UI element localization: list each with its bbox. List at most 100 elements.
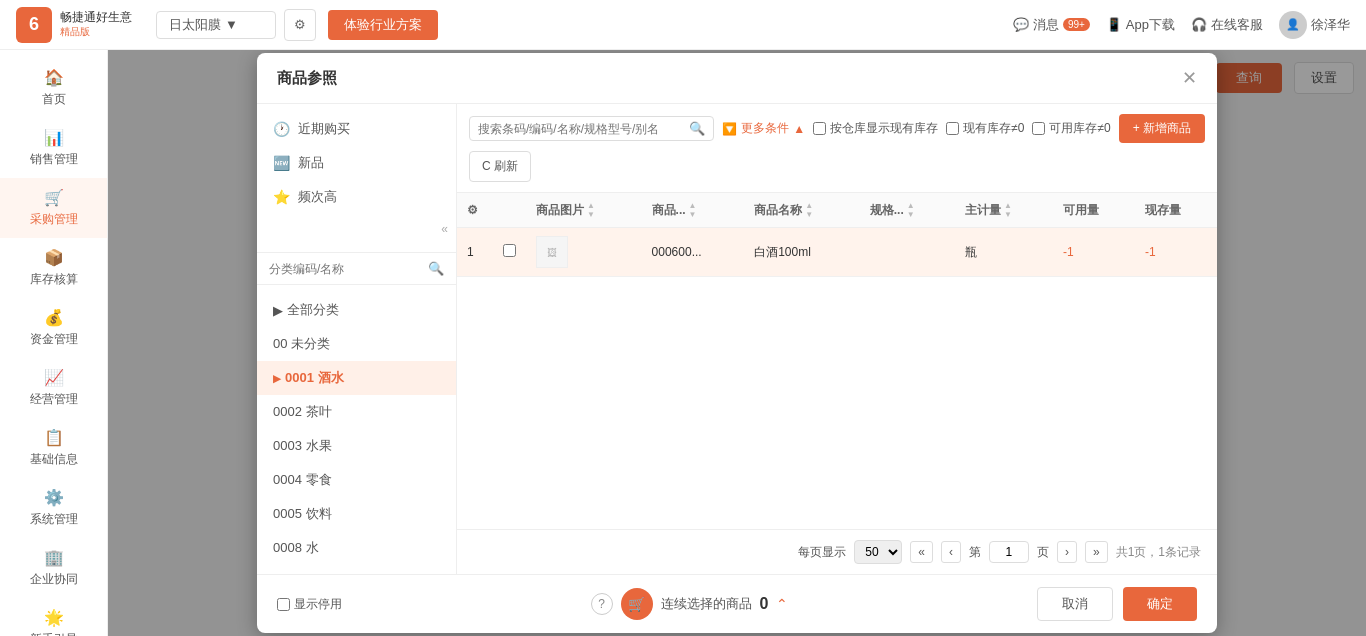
- category-list: ▶ 全部分类 00 未分类 ▶ 0001 酒水 0002 茶: [257, 285, 456, 574]
- sidebar-item-finance[interactable]: 💰 资金管理: [0, 298, 107, 358]
- cart-collapse-icon[interactable]: ⌃: [776, 596, 788, 612]
- th-code-label: 商品...: [652, 202, 686, 219]
- table-row[interactable]: 1 🖼: [457, 228, 1217, 277]
- th-unit[interactable]: 主计量 ▲▼: [955, 193, 1053, 228]
- last-page-btn[interactable]: »: [1085, 541, 1108, 563]
- show-disabled-checkbox-label[interactable]: 显示停用: [277, 596, 342, 613]
- row-num: 1: [457, 228, 493, 277]
- category-0003[interactable]: 0003 水果: [257, 429, 456, 463]
- nonzero-stock-checkbox-label[interactable]: 现有库存≠0: [946, 120, 1024, 137]
- category-0010[interactable]: 0010 家电: [257, 565, 456, 574]
- sidebar-item-label: 采购管理: [30, 211, 78, 228]
- sidebar-item-basics[interactable]: 📋 基础信息: [0, 418, 107, 478]
- category-0002[interactable]: 0002 茶叶: [257, 395, 456, 429]
- customer-service-btn[interactable]: 🎧 在线客服: [1191, 16, 1263, 34]
- category-00[interactable]: 00 未分类: [257, 327, 456, 361]
- show-disabled-checkbox[interactable]: [277, 598, 290, 611]
- available-stock-checkbox[interactable]: [1032, 122, 1045, 135]
- per-page-select[interactable]: 50: [854, 540, 902, 564]
- avatar: 👤: [1279, 11, 1307, 39]
- logo-sub: 精品版: [60, 25, 132, 39]
- product-search-input[interactable]: [478, 122, 683, 136]
- nonzero-stock-checkbox[interactable]: [946, 122, 959, 135]
- sort-arrows: ▲▼: [1004, 201, 1012, 219]
- add-product-button[interactable]: + 新增商品: [1119, 114, 1205, 143]
- cart-icon[interactable]: 🛒: [621, 588, 653, 620]
- sidebar-item-guide[interactable]: 🌟 新手引导: [0, 598, 107, 636]
- category-0004[interactable]: 0004 零食: [257, 463, 456, 497]
- filter-toggle-icon: ▲: [793, 122, 805, 136]
- category-0001[interactable]: ▶ 0001 酒水: [257, 361, 456, 395]
- th-name[interactable]: 商品名称 ▲▼: [744, 193, 860, 228]
- cancel-button[interactable]: 取消: [1037, 587, 1113, 621]
- experience-btn[interactable]: 体验行业方案: [328, 10, 438, 40]
- filter-label: 更多条件: [741, 120, 789, 137]
- th-check: [493, 193, 526, 228]
- category-label: 0002 茶叶: [273, 403, 332, 421]
- table-header: ⚙ 商品图片 ▲▼: [457, 193, 1217, 228]
- th-settings[interactable]: ⚙: [457, 193, 493, 228]
- app-download-label: App下载: [1126, 16, 1175, 34]
- category-search-icon[interactable]: 🔍: [428, 261, 444, 276]
- left-panel-collapse-btn[interactable]: «: [425, 214, 456, 244]
- next-page-btn[interactable]: ›: [1057, 541, 1077, 563]
- th-name-label: 商品名称: [754, 202, 802, 219]
- category-search-input[interactable]: [269, 262, 422, 276]
- tab-new[interactable]: 🆕 新品: [257, 146, 456, 180]
- sidebar-item-sales[interactable]: 📊 销售管理: [0, 118, 107, 178]
- row-check[interactable]: [493, 228, 526, 277]
- tab-frequent[interactable]: ⭐ 频次高: [257, 180, 456, 214]
- page-number-input[interactable]: [989, 541, 1029, 563]
- row-unit-value: 瓶: [965, 245, 977, 259]
- user-profile[interactable]: 👤 徐泽华: [1279, 11, 1350, 39]
- sort-arrows: ▲▼: [689, 201, 697, 219]
- th-spec-label: 规格...: [870, 202, 904, 219]
- tab-recent[interactable]: 🕐 近期购买: [257, 112, 456, 146]
- row-available-value: -1: [1063, 245, 1074, 259]
- app-download-icon: 📱: [1106, 17, 1122, 32]
- th-code[interactable]: 商品... ▲▼: [642, 193, 745, 228]
- warehouse-stock-checkbox-label[interactable]: 按仓库显示现有库存: [813, 120, 938, 137]
- sidebar-item-label: 经营管理: [30, 391, 78, 408]
- sales-icon: 📊: [44, 128, 64, 147]
- logo-text: 畅捷通好生意: [60, 10, 132, 26]
- sidebar-item-home[interactable]: 🏠 首页: [0, 58, 107, 118]
- sidebar-item-operations[interactable]: 📈 经营管理: [0, 358, 107, 418]
- message-btn[interactable]: 💬 消息 99+: [1013, 16, 1090, 34]
- prev-page-btn[interactable]: ‹: [941, 541, 961, 563]
- warehouse-stock-checkbox[interactable]: [813, 122, 826, 135]
- category-0008[interactable]: 0008 水: [257, 531, 456, 565]
- sidebar-item-system[interactable]: ⚙️ 系统管理: [0, 478, 107, 538]
- category-search: 🔍: [257, 253, 456, 285]
- footer-left: 显示停用: [277, 596, 342, 613]
- sidebar-item-inventory[interactable]: 📦 库存核算: [0, 238, 107, 298]
- filter-icon: 🔽: [722, 122, 737, 136]
- row-checkbox[interactable]: [503, 244, 516, 257]
- available-stock-checkbox-label[interactable]: 可用库存≠0: [1032, 120, 1110, 137]
- sidebar-item-label: 资金管理: [30, 331, 78, 348]
- search-icon[interactable]: 🔍: [689, 121, 705, 136]
- recent-icon: 🕐: [273, 121, 290, 137]
- category-label: 0001 酒水: [285, 369, 344, 387]
- sidebar-item-enterprise[interactable]: 🏢 企业协同: [0, 538, 107, 598]
- sidebar-item-purchase[interactable]: 🛒 采购管理: [0, 178, 107, 238]
- confirm-button[interactable]: 确定: [1123, 587, 1197, 621]
- modal-close-button[interactable]: ✕: [1182, 67, 1197, 89]
- sidebar-item-label: 系统管理: [30, 511, 78, 528]
- th-spec[interactable]: 规格... ▲▼: [860, 193, 955, 228]
- product-search-box: 🔍: [469, 116, 714, 141]
- username: 徐泽华: [1311, 16, 1350, 34]
- refresh-button[interactable]: C 刷新: [469, 151, 531, 182]
- active-arrow-icon: ▶: [273, 373, 281, 384]
- category-all[interactable]: ▶ 全部分类: [257, 293, 456, 327]
- category-0005[interactable]: 0005 饮料: [257, 497, 456, 531]
- company-selector[interactable]: 日太阳膜 ▼: [156, 11, 276, 39]
- first-page-btn[interactable]: «: [910, 541, 933, 563]
- pagination: 每页显示 50 « ‹ 第 页 › » 共1页，1条记录: [457, 529, 1217, 574]
- settings-gear-icon[interactable]: ⚙: [284, 9, 316, 41]
- help-icon[interactable]: ?: [591, 593, 613, 615]
- headset-icon: 🎧: [1191, 17, 1207, 32]
- th-image[interactable]: 商品图片 ▲▼: [526, 193, 642, 228]
- more-filters-btn[interactable]: 🔽 更多条件 ▲: [722, 120, 805, 137]
- app-download-btn[interactable]: 📱 App下载: [1106, 16, 1175, 34]
